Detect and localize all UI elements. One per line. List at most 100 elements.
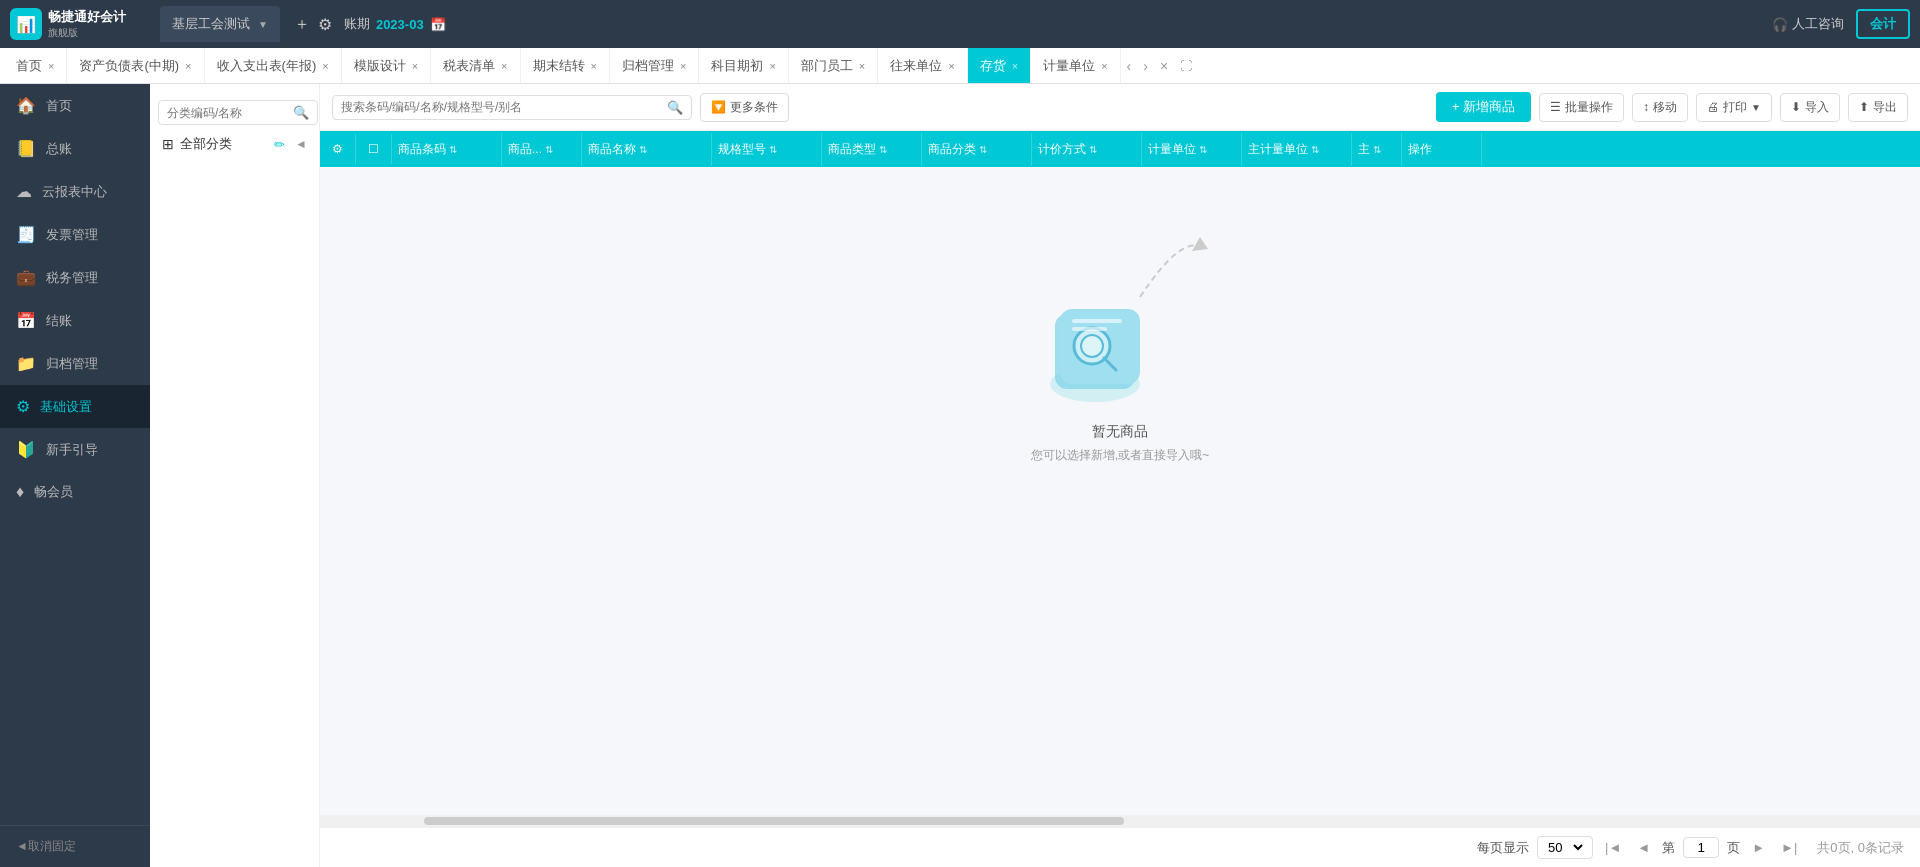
sidebar-item-archive[interactable]: 📁 归档管理 [0, 342, 150, 385]
th-type-sort[interactable]: ⇅ [879, 144, 887, 155]
batch-button[interactable]: ☰ 批量操作 [1539, 93, 1624, 122]
tab-dept[interactable]: 部门员工 × [789, 48, 878, 84]
th-check[interactable]: ☐ [356, 134, 392, 164]
th-spec-sort[interactable]: ⇅ [769, 144, 777, 155]
sidebar-item-ledger[interactable]: 📒 总账 [0, 127, 150, 170]
tab-archive-close[interactable]: × [680, 60, 686, 72]
tab-template-close[interactable]: × [412, 60, 418, 72]
tab-partner[interactable]: 往来单位 × [878, 48, 967, 84]
add-workspace-icon[interactable]: ＋ [294, 14, 310, 35]
tab-subject-close[interactable]: × [769, 60, 775, 72]
tab-inventory[interactable]: 存货 × [968, 48, 1031, 84]
print-dropdown-icon[interactable]: ▼ [1751, 102, 1761, 113]
per-page-dropdown[interactable]: 50 10 20 100 [1544, 839, 1586, 856]
product-search-icon[interactable]: 🔍 [667, 100, 683, 115]
per-page-select[interactable]: 50 10 20 100 [1537, 836, 1593, 859]
th-main-unit-sort[interactable]: ⇅ [1311, 144, 1319, 155]
sidebar-item-guide[interactable]: 🔰 新手引导 [0, 428, 150, 471]
help-button[interactable]: 🎧 人工咨询 [1772, 15, 1844, 33]
sidebar-item-tax[interactable]: 💼 税务管理 [0, 256, 150, 299]
horizontal-scrollbar[interactable] [320, 815, 1920, 827]
sidebar-item-close[interactable]: 📅 结账 [0, 299, 150, 342]
category-search-icon[interactable]: 🔍 [293, 105, 309, 120]
tab-income-close[interactable]: × [322, 60, 328, 72]
scrollbar-thumb[interactable] [424, 817, 1124, 825]
workspace-tab[interactable]: 基层工会测试 ▼ [160, 6, 280, 42]
more-filter-button[interactable]: 🔽 更多条件 [700, 93, 789, 122]
tabs-right-arrow[interactable]: › [1137, 58, 1154, 74]
tab-partner-label: 往来单位 [890, 57, 942, 75]
th-name[interactable]: 商品名称 ⇅ [582, 133, 712, 166]
sidebar-item-member[interactable]: ♦ 畅会员 [0, 471, 150, 513]
page-end-label: 页 [1727, 839, 1740, 857]
import-button[interactable]: ⬇ 导入 [1780, 93, 1840, 122]
th-barcode-sort[interactable]: ⇅ [449, 144, 457, 155]
product-search-box[interactable]: 🔍 [332, 95, 692, 120]
th-price-mode[interactable]: 计价方式 ⇅ [1032, 133, 1142, 166]
move-button[interactable]: ↕ 移动 [1632, 93, 1688, 122]
tab-template[interactable]: 模版设计 × [342, 48, 431, 84]
tab-balance[interactable]: 资产负债表(中期) × [67, 48, 204, 84]
th-unit-sort[interactable]: ⇅ [1199, 144, 1207, 155]
sidebar-item-settings[interactable]: ⚙ 基础设置 [0, 385, 150, 428]
tab-home[interactable]: 首页 × [4, 48, 67, 84]
print-button[interactable]: 🖨 打印 ▼ [1696, 93, 1772, 122]
tab-home-close[interactable]: × [48, 60, 54, 72]
tabs-left-arrow[interactable]: ‹ [1121, 58, 1138, 74]
add-product-button[interactable]: + 新增商品 [1436, 92, 1531, 122]
top-bar: 📊 畅捷通好会计 旗舰版 基层工会测试 ▼ ＋ ⚙ 账期 2023-03 📅 🎧… [0, 0, 1920, 48]
th-spec[interactable]: 规格型号 ⇅ [712, 133, 822, 166]
tab-period-close[interactable]: × [591, 60, 597, 72]
account-button[interactable]: 会计 [1856, 9, 1910, 39]
toolbar: 🔍 🔽 更多条件 + 新增商品 ☰ 批量操作 ↕ 移 [320, 84, 1920, 131]
th-settings[interactable]: ⚙ [320, 134, 356, 164]
th-barcode[interactable]: 商品条码 ⇅ [392, 133, 502, 166]
th-main-sort[interactable]: ⇅ [1373, 144, 1381, 155]
th-price-mode-sort[interactable]: ⇅ [1089, 144, 1097, 155]
tab-tax[interactable]: 税表清单 × [431, 48, 520, 84]
settings-workspace-icon[interactable]: ⚙ [318, 15, 332, 34]
category-search-input[interactable] [167, 106, 287, 120]
th-category[interactable]: 商品分类 ⇅ [922, 133, 1032, 166]
tab-unit[interactable]: 计量单位 × [1031, 48, 1120, 84]
product-search-input[interactable] [341, 100, 661, 114]
th-code[interactable]: 商品... ⇅ [502, 133, 582, 166]
page-input[interactable] [1683, 837, 1719, 858]
tab-unit-close[interactable]: × [1101, 60, 1107, 72]
th-category-sort[interactable]: ⇅ [979, 144, 987, 155]
th-name-sort[interactable]: ⇅ [639, 144, 647, 155]
th-type[interactable]: 商品类型 ⇅ [822, 133, 922, 166]
first-page-button[interactable]: |◄ [1601, 838, 1625, 857]
tab-period[interactable]: 期末结转 × [521, 48, 610, 84]
export-button[interactable]: ⬆ 导出 [1848, 93, 1908, 122]
workspace-dropdown-icon[interactable]: ▼ [258, 19, 268, 30]
tab-archive[interactable]: 归档管理 × [610, 48, 699, 84]
tab-dept-close[interactable]: × [859, 60, 865, 72]
sidebar-item-home[interactable]: 🏠 首页 [0, 84, 150, 127]
tab-income[interactable]: 收入支出表(年报) × [205, 48, 342, 84]
sidebar-item-invoice[interactable]: 🧾 发票管理 [0, 213, 150, 256]
tab-partner-close[interactable]: × [948, 60, 954, 72]
th-main-unit[interactable]: 主计量单位 ⇅ [1242, 133, 1352, 166]
tab-balance-close[interactable]: × [185, 60, 191, 72]
tab-inventory-close[interactable]: × [1012, 60, 1018, 72]
unpin-button[interactable]: ◄取消固定 [0, 825, 150, 867]
filter-label: 更多条件 [730, 99, 778, 116]
category-search-box[interactable]: 🔍 [158, 100, 318, 125]
th-unit[interactable]: 计量单位 ⇅ [1142, 133, 1242, 166]
category-edit-icon[interactable]: ✏ [274, 137, 285, 152]
tab-tax-close[interactable]: × [501, 60, 507, 72]
next-page-button[interactable]: ► [1748, 838, 1769, 857]
prev-page-button[interactable]: ◄ [1633, 838, 1654, 857]
sidebar-label-archive: 归档管理 [46, 355, 98, 373]
category-collapse-icon[interactable]: ◄ [295, 137, 307, 151]
tab-subject[interactable]: 科目期初 × [699, 48, 788, 84]
sidebar-item-reports[interactable]: ☁ 云报表中心 [0, 170, 150, 213]
calendar-icon[interactable]: 📅 [430, 17, 446, 32]
th-code-sort[interactable]: ⇅ [545, 144, 553, 155]
tabs-expand[interactable]: ⛶ [1174, 59, 1198, 73]
last-page-button[interactable]: ►| [1777, 838, 1801, 857]
tabs-close-all[interactable]: × [1154, 58, 1174, 74]
th-main[interactable]: 主 ⇅ [1352, 133, 1402, 166]
period-label-text: 账期 [344, 15, 370, 33]
